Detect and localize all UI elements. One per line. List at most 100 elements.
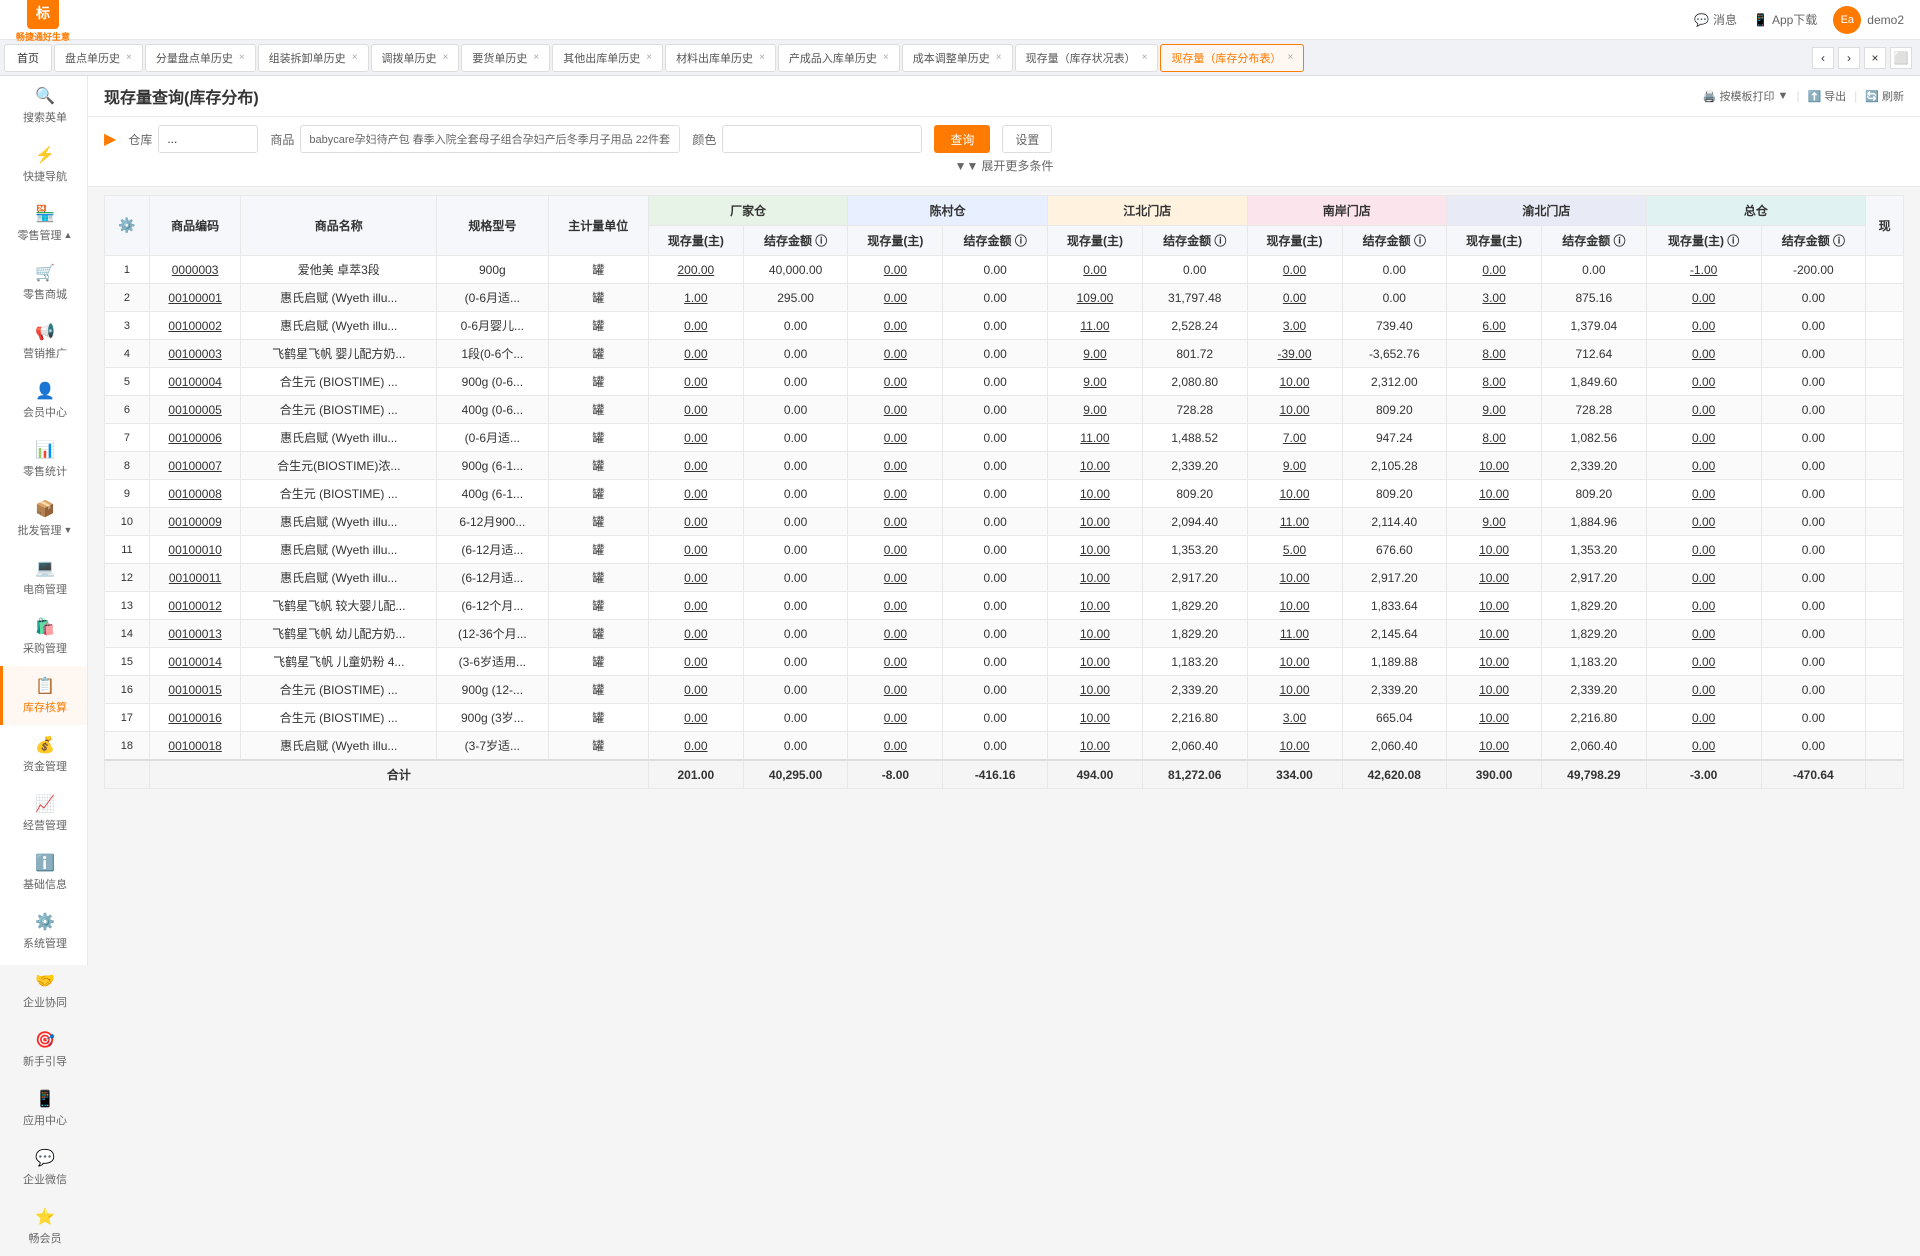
tab-transfer[interactable]: 调拨单历史 × xyxy=(371,44,460,72)
table-cell: 0.00 xyxy=(1761,648,1866,676)
sidebar-item-corpwechat[interactable]: 💬 企业微信 xyxy=(0,1138,87,1197)
user-area[interactable]: Ea demo2 xyxy=(1833,6,1904,34)
basic-icon: ℹ️ xyxy=(35,853,55,873)
table-cell: 罐 xyxy=(548,312,648,340)
table-cell: 合生元 (BIOSTIME) ... xyxy=(241,396,437,424)
sidebar-item-system[interactable]: ⚙️ 系统管理 xyxy=(0,902,87,961)
sidebar-label-guide: 新手引导 xyxy=(23,1053,67,1069)
app-download-btn[interactable]: 📱 App下载 xyxy=(1753,11,1817,28)
sidebar-item-search[interactable]: 🔍 搜索英单 xyxy=(0,76,87,135)
close-icon[interactable]: × xyxy=(352,52,358,63)
close-icon[interactable]: × xyxy=(646,52,652,63)
system-icon: ⚙️ xyxy=(35,912,55,932)
sidebar-item-enterprise[interactable]: 🤝 企业协同 xyxy=(0,961,87,1020)
message-icon: 💬 xyxy=(1694,13,1709,27)
th-name: 商品名称 xyxy=(241,196,437,256)
sidebar-item-retail[interactable]: 🏪 零售管理 ▲ xyxy=(0,194,87,253)
product-input[interactable] xyxy=(300,125,680,153)
warehouse-input[interactable] xyxy=(158,125,258,153)
table-cell: 0.00 xyxy=(648,648,743,676)
sidebar-item-purchase[interactable]: 🛍️ 采购管理 xyxy=(0,607,87,666)
setting-button[interactable]: 设置 xyxy=(1002,125,1052,153)
tab-materialout[interactable]: 材料出库单历史 × xyxy=(665,44,776,72)
th-extra: 现 xyxy=(1866,196,1904,256)
sidebar-item-retailstat[interactable]: 📊 零售统计 xyxy=(0,430,87,489)
sidebar-item-appcenter[interactable]: 📱 应用中心 xyxy=(0,1079,87,1138)
tab-otherout[interactable]: 其他出库单历史 × xyxy=(552,44,663,72)
table-cell: 0.00 xyxy=(648,732,743,761)
sidebar-item-wholesale[interactable]: 📦 批发管理 ▼ xyxy=(0,489,87,548)
table-container[interactable]: ⚙️ 商品编码 商品名称 规格型号 主计量单位 厂家仓 陈村仓 江北门店 南岸门… xyxy=(88,187,1920,965)
tab-nav-prev[interactable]: ‹ xyxy=(1812,47,1834,69)
tab-fracstock[interactable]: 分量盘点单历史 × xyxy=(145,44,256,72)
sidebar-item-marketing[interactable]: 📢 营销推广 xyxy=(0,312,87,371)
sidebar-item-finance[interactable]: 💰 资金管理 xyxy=(0,725,87,784)
close-icon[interactable]: × xyxy=(883,52,889,63)
table-cell: 1,884.96 xyxy=(1542,508,1647,536)
table-cell: 0.00 xyxy=(1646,312,1761,340)
close-icon[interactable]: × xyxy=(1287,52,1293,63)
table-cell: 0.00 xyxy=(1646,396,1761,424)
footer-cell: -416.16 xyxy=(943,760,1048,789)
sidebar-item-inventory[interactable]: 📋 库存核算 xyxy=(0,666,87,725)
table-cell: 0.00 xyxy=(1646,340,1761,368)
tab-home[interactable]: 首页 xyxy=(4,44,52,72)
close-icon[interactable]: × xyxy=(533,52,539,63)
expand-conditions-btn[interactable]: ▼▼ 展开更多条件 xyxy=(955,157,1054,174)
table-cell: 10.00 xyxy=(1247,480,1342,508)
table-cell: 0.00 xyxy=(943,676,1048,704)
tab-nav-expand[interactable]: ⬜ xyxy=(1890,47,1912,69)
search-button[interactable]: 查询 xyxy=(934,125,990,153)
tab-stocklist[interactable]: 盘点单历史 × xyxy=(54,44,143,72)
close-icon[interactable]: × xyxy=(239,52,245,63)
table-cell: 0.00 xyxy=(743,396,848,424)
message-btn[interactable]: 💬 消息 xyxy=(1694,11,1737,28)
sidebar-item-operations[interactable]: 📈 经营管理 xyxy=(0,784,87,843)
close-icon[interactable]: × xyxy=(759,52,765,63)
th-chenshi-amount: 结存金额 ⓘ xyxy=(943,226,1048,256)
close-icon[interactable]: × xyxy=(126,52,132,63)
table-cell: 合生元(BIOSTIME)浓... xyxy=(241,452,437,480)
table-cell: 罐 xyxy=(548,648,648,676)
sidebar-item-ecommerce[interactable]: 💻 电商管理 xyxy=(0,548,87,607)
table-cell: 0.00 xyxy=(943,508,1048,536)
table-cell: 10.00 xyxy=(1047,452,1142,480)
tab-purchaseorder[interactable]: 要货单历史 × xyxy=(461,44,550,72)
print-button[interactable]: 🖨️ 按模板打印 ▼ xyxy=(1703,88,1789,104)
sidebar-item-basic[interactable]: ℹ️ 基础信息 xyxy=(0,843,87,902)
table-cell: 10.00 xyxy=(1247,676,1342,704)
table-cell: 1,082.56 xyxy=(1542,424,1647,452)
table-cell: -39.00 xyxy=(1247,340,1342,368)
tab-productin[interactable]: 产成品入库单历史 × xyxy=(778,44,900,72)
search-icon: 🔍 xyxy=(35,86,55,106)
settings-icon[interactable]: ⚙️ xyxy=(118,217,135,233)
table-cell: 00100010 xyxy=(149,536,241,564)
th-settings[interactable]: ⚙️ xyxy=(105,196,150,256)
sidebar-item-member2[interactable]: ⭐ 畅会员 xyxy=(0,1197,87,1256)
export-button[interactable]: ⬆️ 导出 xyxy=(1807,88,1846,104)
table-cell: 0.00 xyxy=(1761,592,1866,620)
tab-stockdist[interactable]: 现存量（库存分布表） × xyxy=(1160,44,1304,72)
sidebar-item-quicknav[interactable]: ⚡ 快捷导航 xyxy=(0,135,87,194)
close-icon[interactable]: × xyxy=(443,52,449,63)
tab-costadj[interactable]: 成本调整单历史 × xyxy=(902,44,1013,72)
color-input[interactable] xyxy=(722,125,922,153)
table-cell: 1.00 xyxy=(648,284,743,312)
th-factory-stock: 现存量(主) xyxy=(648,226,743,256)
collapse-arrow[interactable]: ▶ xyxy=(104,129,116,149)
close-icon[interactable]: × xyxy=(1142,52,1148,63)
table-cell: 罐 xyxy=(548,704,648,732)
tab-nav-close[interactable]: × xyxy=(1864,47,1886,69)
sidebar-label-enterprise: 企业协同 xyxy=(23,994,67,1010)
table-cell: 2,312.00 xyxy=(1342,368,1447,396)
refresh-button[interactable]: 🔄 刷新 xyxy=(1865,88,1904,104)
table-cell: 10.00 xyxy=(1047,592,1142,620)
tab-nav-next[interactable]: › xyxy=(1838,47,1860,69)
close-icon[interactable]: × xyxy=(996,52,1002,63)
sidebar-item-member[interactable]: 👤 会员中心 xyxy=(0,371,87,430)
tab-assembledisassemble[interactable]: 组装拆卸单历史 × xyxy=(258,44,369,72)
tab-stocktable[interactable]: 现存量（库存状况表） × xyxy=(1015,44,1159,72)
table-cell: 0.00 xyxy=(848,340,943,368)
sidebar-item-guide[interactable]: 🎯 新手引导 xyxy=(0,1020,87,1079)
sidebar-item-retailshop[interactable]: 🛒 零售商城 xyxy=(0,253,87,312)
